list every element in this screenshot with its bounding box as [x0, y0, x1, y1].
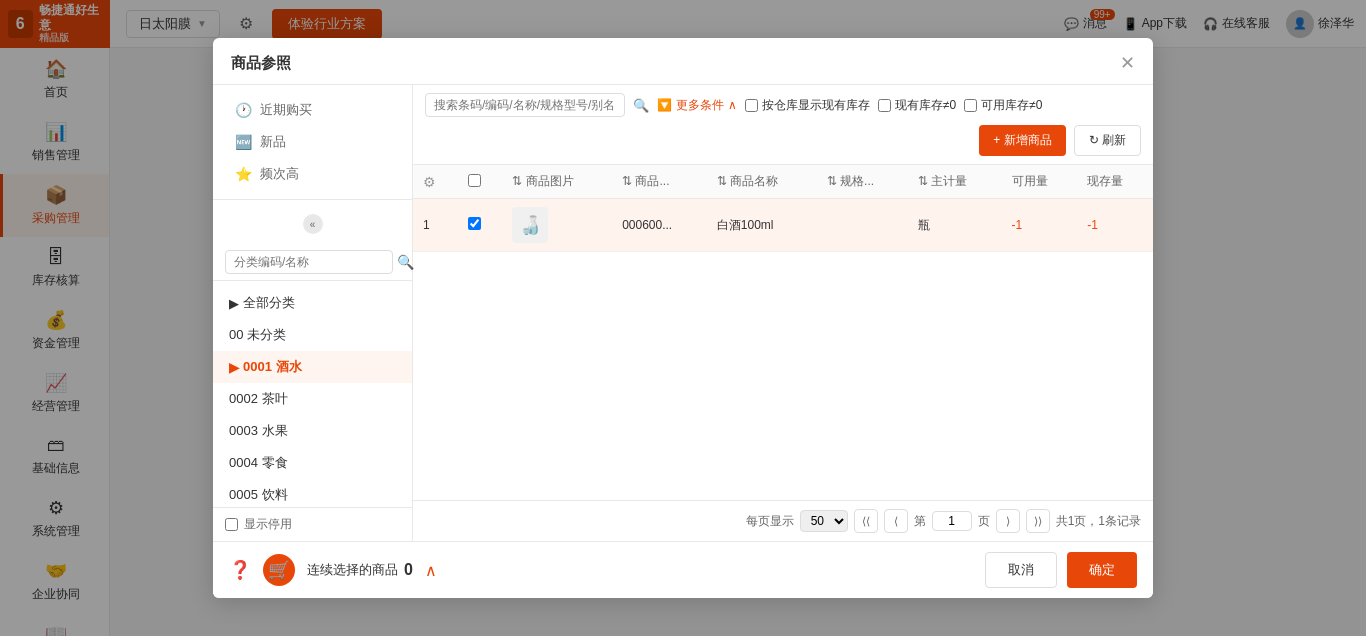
- page-total: 共1页，1条记录: [1056, 513, 1141, 530]
- category-all[interactable]: ▶ 全部分类: [213, 287, 412, 319]
- category-item-1[interactable]: ▶ 0001 酒水: [213, 351, 412, 383]
- category-item-3[interactable]: 0003 水果: [213, 415, 412, 447]
- row-available: -1: [1002, 199, 1078, 252]
- row-index: 1: [413, 199, 458, 252]
- available-nonzero-checkbox[interactable]: [964, 99, 977, 112]
- first-page-button[interactable]: ⟨⟨: [854, 509, 878, 533]
- col-spec: ⇅ 规格...: [817, 165, 908, 199]
- product-table: ⚙ ⇅ 商品图片 ⇅ 商品... ⇅: [413, 165, 1153, 252]
- footer-right: 取消 确定: [985, 552, 1137, 588]
- tab-frequent[interactable]: ⭐ 频次高: [225, 159, 400, 189]
- toolbar: 🔍 🔽 更多条件 ∧ 按仓库显示现有库存 现有库存≠0 可用库存≠0: [413, 85, 1153, 165]
- modal-right-panel: 🔍 🔽 更多条件 ∧ 按仓库显示现有库存 现有库存≠0 可用库存≠0: [413, 85, 1153, 541]
- sort-icon: ⇅: [717, 174, 727, 188]
- row-stock: -1: [1077, 199, 1153, 252]
- product-reference-modal: 商品参照 ✕ 🕐 近期购买 🆕 新品 ⭐ 频次高: [213, 38, 1153, 598]
- show-disabled-checkbox[interactable]: [225, 518, 238, 531]
- row-spec: [817, 199, 908, 252]
- collapse-cart-icon[interactable]: ∧: [425, 561, 437, 580]
- product-search-input[interactable]: [425, 93, 625, 117]
- col-unit: ⇅ 主计量: [908, 165, 1002, 199]
- select-all-checkbox[interactable]: [468, 174, 481, 187]
- col-checkbox: [458, 165, 503, 199]
- cancel-button[interactable]: 取消: [985, 552, 1057, 588]
- table-header-row: ⚙ ⇅ 商品图片 ⇅ 商品... ⇅: [413, 165, 1153, 199]
- modal-header: 商品参照 ✕: [213, 38, 1153, 85]
- page-number-input[interactable]: 1: [932, 511, 972, 531]
- filter-button[interactable]: 🔽 更多条件 ∧: [657, 97, 737, 114]
- divider: [213, 199, 412, 200]
- refresh-button[interactable]: ↻ 刷新: [1074, 125, 1141, 156]
- category-item-2[interactable]: 0002 茶叶: [213, 383, 412, 415]
- footer-left: ❓ 🛒 连续选择的商品 0 ∧: [229, 554, 437, 586]
- search-icon: 🔍: [633, 98, 649, 113]
- category-search-row: 🔍: [213, 244, 412, 281]
- category-search-icon[interactable]: 🔍: [397, 254, 414, 270]
- left-tabs: 🕐 近期购买 🆕 新品 ⭐ 频次高: [213, 85, 412, 195]
- col-name: ⇅ 商品名称: [707, 165, 817, 199]
- recent-icon: 🕐: [235, 102, 252, 118]
- category-list: ▶ 全部分类 00 未分类 ▶ 0001 酒水 0002 茶叶 0003 水果: [213, 281, 412, 507]
- warehouse-checkbox[interactable]: [745, 99, 758, 112]
- select-count: 0: [404, 561, 413, 579]
- row-code: 000600...: [612, 199, 707, 252]
- arrow-icon-active: ▶: [229, 360, 239, 375]
- row-checkbox: [458, 199, 503, 252]
- col-stock: 现存量: [1077, 165, 1153, 199]
- row-name: 白酒100ml: [707, 199, 817, 252]
- checkbox-available-nonzero[interactable]: 可用库存≠0: [964, 97, 1042, 114]
- col-image: ⇅ 商品图片: [502, 165, 612, 199]
- sort-icon: ⇅: [827, 174, 837, 188]
- modal-close-button[interactable]: ✕: [1120, 52, 1135, 74]
- tab-recent-purchase[interactable]: 🕐 近期购买: [225, 95, 400, 125]
- help-icon[interactable]: ❓: [229, 559, 251, 581]
- product-thumbnail: 🍶: [512, 207, 548, 243]
- cart-button[interactable]: 🛒: [263, 554, 295, 586]
- table-row[interactable]: 1 🍶 000600... 白酒100ml 瓶 -1: [413, 199, 1153, 252]
- show-disabled-row: 显示停用: [213, 507, 412, 541]
- sort-icon: ⇅: [622, 174, 632, 188]
- collapse-panel-button[interactable]: «: [303, 214, 323, 234]
- table-body: 1 🍶 000600... 白酒100ml 瓶 -1: [413, 199, 1153, 252]
- next-page-button[interactable]: ⟩: [996, 509, 1020, 533]
- gear-icon[interactable]: ⚙: [423, 174, 436, 190]
- col-gear: ⚙: [413, 165, 458, 199]
- checkbox-stock-nonzero[interactable]: 现有库存≠0: [878, 97, 956, 114]
- category-item-5[interactable]: 0005 饮料: [213, 479, 412, 507]
- row-unit: 瓶: [908, 199, 1002, 252]
- row-select-checkbox[interactable]: [468, 217, 481, 230]
- last-page-button[interactable]: ⟩⟩: [1026, 509, 1050, 533]
- filter-icon: 🔽: [657, 98, 672, 112]
- modal-footer: ❓ 🛒 连续选择的商品 0 ∧ 取消 确定: [213, 541, 1153, 598]
- category-search-input[interactable]: [225, 250, 393, 274]
- col-code: ⇅ 商品...: [612, 165, 707, 199]
- select-info: 连续选择的商品 0: [307, 561, 413, 579]
- category-item-4[interactable]: 0004 零食: [213, 447, 412, 479]
- new-icon: 🆕: [235, 134, 252, 150]
- stock-nonzero-checkbox[interactable]: [878, 99, 891, 112]
- col-available: 可用量: [1002, 165, 1078, 199]
- row-thumb: 🍶: [502, 199, 612, 252]
- product-table-wrap: ⚙ ⇅ 商品图片 ⇅ 商品... ⇅: [413, 165, 1153, 500]
- arrow-icon: ▶: [229, 296, 239, 311]
- prev-page-button[interactable]: ⟨: [884, 509, 908, 533]
- add-product-button[interactable]: + 新增商品: [979, 125, 1065, 156]
- checkbox-warehouse[interactable]: 按仓库显示现有库存: [745, 97, 870, 114]
- star-icon: ⭐: [235, 166, 252, 182]
- modal-left-panel: 🕐 近期购买 🆕 新品 ⭐ 频次高 « 🔍: [213, 85, 413, 541]
- category-item-0[interactable]: 00 未分类: [213, 319, 412, 351]
- per-page-select[interactable]: 50: [800, 510, 848, 532]
- action-buttons: + 新增商品 ↻ 刷新: [979, 125, 1141, 156]
- sort-icon: ⇅: [918, 174, 928, 188]
- modal-title: 商品参照: [231, 54, 291, 73]
- tab-new-product[interactable]: 🆕 新品: [225, 127, 400, 157]
- confirm-button[interactable]: 确定: [1067, 552, 1137, 588]
- sort-icon: ⇅: [512, 174, 522, 188]
- modal-body: 🕐 近期购买 🆕 新品 ⭐ 频次高 « 🔍: [213, 85, 1153, 541]
- pagination: 每页显示 50 ⟨⟨ ⟨ 第 1 页 ⟩ ⟩⟩ 共1页，1条记录: [413, 500, 1153, 541]
